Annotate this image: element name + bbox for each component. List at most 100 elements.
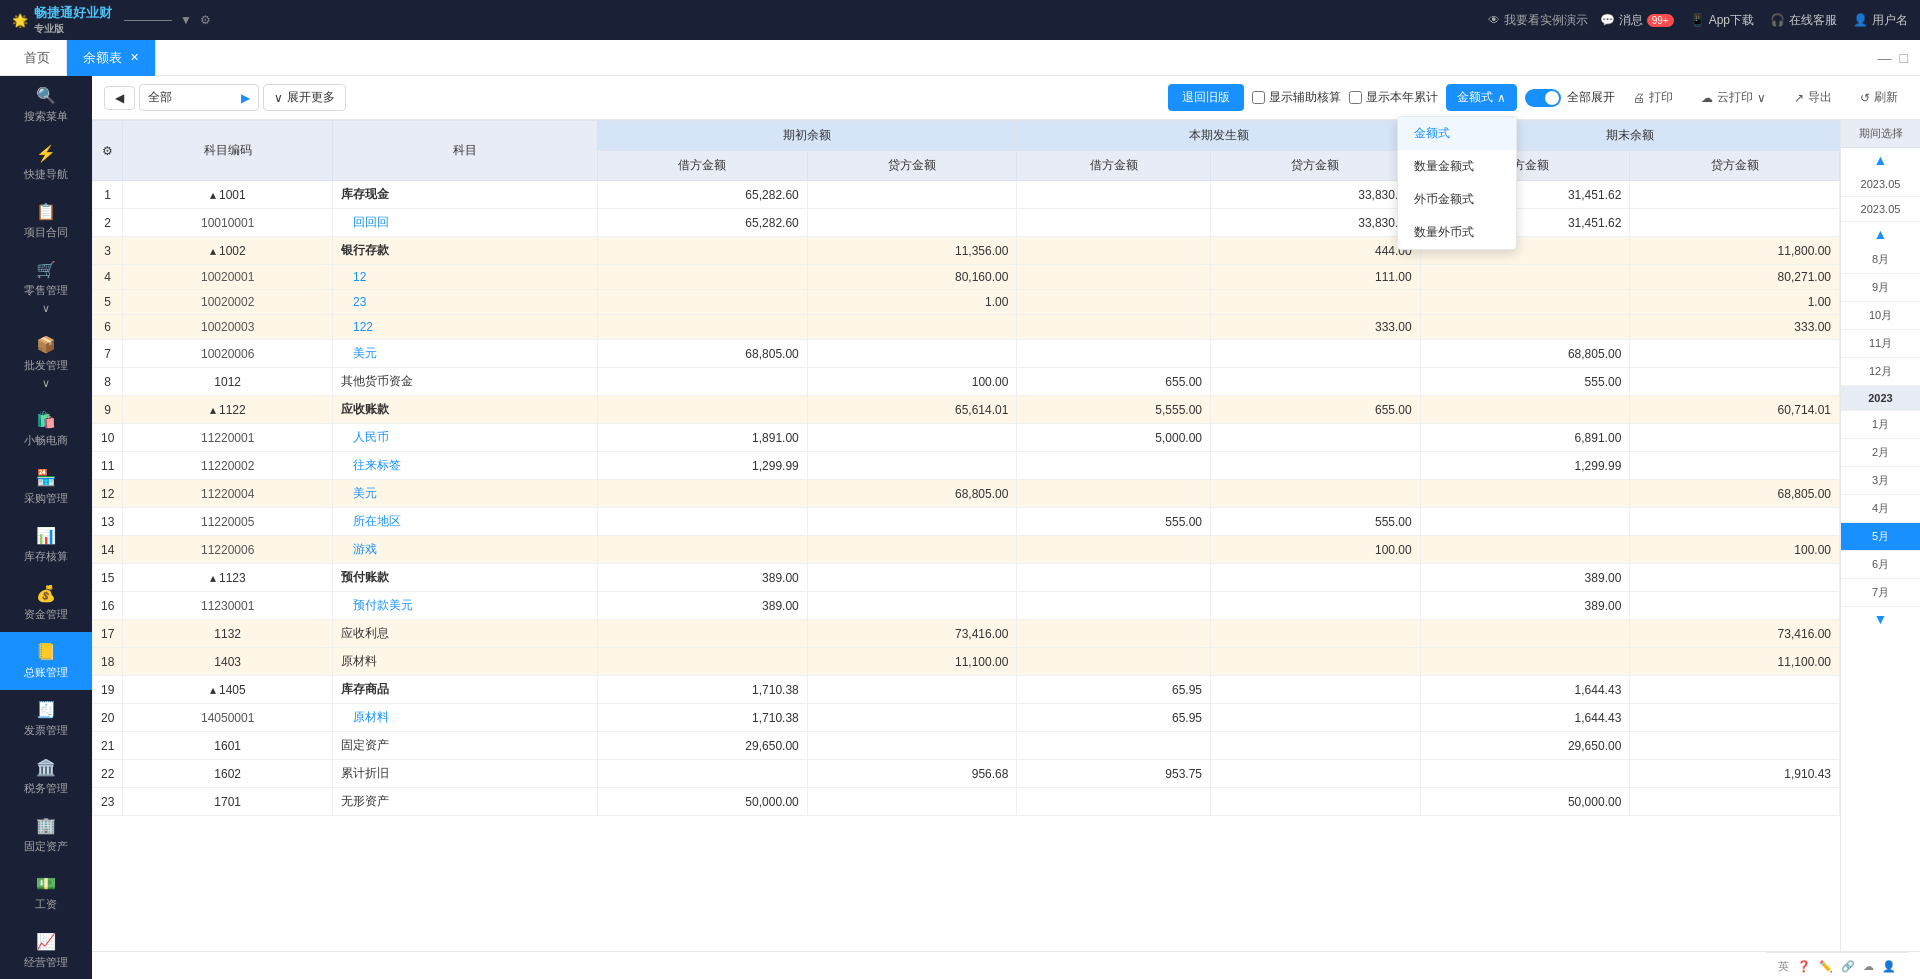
message-action[interactable]: 💬 消息 99+ bbox=[1600, 12, 1674, 29]
amount-mode-button[interactable]: 金额式 ∧ bbox=[1446, 84, 1517, 111]
tab-maximize-icon[interactable]: □ bbox=[1900, 50, 1908, 66]
tab-balance-close[interactable]: ✕ bbox=[130, 51, 139, 64]
user-action[interactable]: 👤 用户名 bbox=[1853, 12, 1908, 29]
period-item-2023-05-start[interactable]: 2023.05 bbox=[1841, 172, 1920, 197]
period-item-3[interactable]: 3月 bbox=[1841, 467, 1920, 495]
sidebar-item-invoice[interactable]: 🧾 发票管理 bbox=[0, 690, 92, 748]
sidebar-item-inventory[interactable]: 📊 库存核算 bbox=[0, 516, 92, 574]
row-cp-credit: 655.00 bbox=[1211, 396, 1421, 424]
auxiliary-label: 显示辅助核算 bbox=[1269, 89, 1341, 106]
dropdown-item-qty-foreign[interactable]: 数量外币式 bbox=[1398, 216, 1516, 249]
cloud-print-button[interactable]: ☁ 云打印 ∨ bbox=[1691, 84, 1776, 111]
sidebar-item-retail[interactable]: 🛒 零售管理 ∨ bbox=[0, 250, 92, 325]
row-name[interactable]: 预付款美元 bbox=[333, 592, 598, 620]
period-nav-up2[interactable]: ▲ bbox=[1841, 222, 1920, 246]
ledger-icon: 📒 bbox=[36, 642, 56, 661]
service-action[interactable]: 🎧 在线客服 bbox=[1770, 12, 1837, 29]
tab-minimize-icon[interactable]: — bbox=[1878, 50, 1892, 66]
edit-icon[interactable]: ✏️ bbox=[1819, 960, 1833, 973]
row-name[interactable]: 所在地区 bbox=[333, 508, 598, 536]
row-no: 23 bbox=[93, 788, 123, 816]
sidebar-item-payroll[interactable]: 💵 工资 bbox=[0, 864, 92, 922]
table-row: 19 ▴ 1405 库存商品 1,710.38 65.95 1,644.43 bbox=[93, 676, 1840, 704]
lang-icon[interactable]: 英 bbox=[1778, 959, 1789, 974]
row-cb-credit bbox=[1630, 424, 1840, 452]
row-name[interactable]: 12 bbox=[333, 265, 598, 290]
link-icon[interactable]: 🔗 bbox=[1841, 960, 1855, 973]
download-action[interactable]: 📱 App下载 bbox=[1690, 12, 1754, 29]
row-name[interactable]: 23 bbox=[333, 290, 598, 315]
row-name[interactable]: 美元 bbox=[333, 480, 598, 508]
expand-all-switch[interactable] bbox=[1525, 89, 1561, 107]
settings-icon[interactable]: ⚙ bbox=[200, 13, 211, 27]
sidebar-item-contract[interactable]: 📋 项目合同 bbox=[0, 192, 92, 250]
period-item-10[interactable]: 10月 bbox=[1841, 302, 1920, 330]
row-ob-credit bbox=[807, 592, 1017, 620]
sidebar-item-tax[interactable]: 🏛️ 税务管理 bbox=[0, 748, 92, 806]
table-settings-cell[interactable]: ⚙ bbox=[93, 121, 123, 181]
row-ob-credit: 11,100.00 bbox=[807, 648, 1017, 676]
row-name[interactable]: 原材料 bbox=[333, 704, 598, 732]
period-item-1[interactable]: 1月 bbox=[1841, 411, 1920, 439]
cloud-print-arrow: ∨ bbox=[1757, 91, 1766, 105]
return-old-button[interactable]: 退回旧版 bbox=[1168, 84, 1244, 111]
period-item-5[interactable]: 5月 bbox=[1841, 523, 1920, 551]
print-button[interactable]: 🖨 打印 bbox=[1623, 84, 1683, 111]
row-cb-credit bbox=[1630, 564, 1840, 592]
row-name[interactable]: 往来标签 bbox=[333, 452, 598, 480]
row-name[interactable]: 122 bbox=[333, 315, 598, 340]
tab-balance[interactable]: 余额表 ✕ bbox=[67, 40, 156, 76]
dropdown-item-amount[interactable]: 金额式 bbox=[1398, 117, 1516, 150]
yearly-checkbox[interactable] bbox=[1349, 91, 1362, 104]
print-label: 打印 bbox=[1649, 89, 1673, 106]
back-button[interactable]: ◀ bbox=[104, 86, 135, 110]
period-item-2[interactable]: 2月 bbox=[1841, 439, 1920, 467]
row-name[interactable]: 回回回 bbox=[333, 209, 598, 237]
row-no: 2 bbox=[93, 209, 123, 237]
period-item-4[interactable]: 4月 bbox=[1841, 495, 1920, 523]
sidebar-item-ledger[interactable]: 📒 总账管理 bbox=[0, 632, 92, 690]
row-name[interactable]: 美元 bbox=[333, 340, 598, 368]
table-row: 2 10010001 回回回 65,282.60 33,830.98 31,45… bbox=[93, 209, 1840, 237]
app-edition: 专业版 bbox=[34, 22, 112, 36]
dropdown-item-qty-amount[interactable]: 数量金额式 bbox=[1398, 150, 1516, 183]
dropdown-item-foreign-amount[interactable]: 外币金额式 bbox=[1398, 183, 1516, 216]
tab-bar: 首页 余额表 ✕ — □ bbox=[0, 40, 1920, 76]
demo-link[interactable]: 👁 我要看实例演示 bbox=[1488, 12, 1588, 29]
yearly-checkbox-group: 显示本年累计 bbox=[1349, 89, 1438, 106]
row-name[interactable]: 人民币 bbox=[333, 424, 598, 452]
sidebar-item-operations[interactable]: 📈 经营管理 bbox=[0, 922, 92, 979]
window-dropdown-icon[interactable]: ▼ bbox=[180, 13, 192, 27]
period-nav-down[interactable]: ▼ bbox=[1841, 607, 1920, 631]
sidebar-item-capital[interactable]: 💰 资金管理 bbox=[0, 574, 92, 632]
export-button[interactable]: ↗ 导出 bbox=[1784, 84, 1842, 111]
period-item-2023-05-end[interactable]: 2023.05 bbox=[1841, 197, 1920, 222]
row-name[interactable]: 游戏 bbox=[333, 536, 598, 564]
period-item-8[interactable]: 8月 bbox=[1841, 246, 1920, 274]
retail-icon: 🛒 bbox=[36, 260, 56, 279]
period-item-11[interactable]: 11月 bbox=[1841, 330, 1920, 358]
help-icon[interactable]: ❓ bbox=[1797, 960, 1811, 973]
refresh-button[interactable]: ↺ 刷新 bbox=[1850, 84, 1908, 111]
row-cp-debit bbox=[1017, 237, 1211, 265]
sidebar-item-fixed-assets[interactable]: 🏢 固定资产 bbox=[0, 806, 92, 864]
sidebar-item-purchase[interactable]: 🏪 采购管理 bbox=[0, 458, 92, 516]
period-item-2023[interactable]: 2023 bbox=[1841, 386, 1920, 411]
sidebar-item-search[interactable]: 🔍 搜索菜单 bbox=[0, 76, 92, 134]
auxiliary-checkbox[interactable] bbox=[1252, 91, 1265, 104]
period-item-7[interactable]: 7月 bbox=[1841, 579, 1920, 607]
account-selector[interactable]: 全部 ▶ bbox=[139, 84, 259, 111]
period-item-12[interactable]: 12月 bbox=[1841, 358, 1920, 386]
expand-more-button[interactable]: ∨ 展开更多 bbox=[263, 84, 346, 111]
tab-home[interactable]: 首页 bbox=[8, 40, 67, 76]
period-item-6[interactable]: 6月 bbox=[1841, 551, 1920, 579]
row-no: 18 bbox=[93, 648, 123, 676]
user2-icon[interactable]: 👤 bbox=[1882, 960, 1896, 973]
account-selector-arrow: ▶ bbox=[241, 91, 250, 105]
cloud-icon[interactable]: ☁ bbox=[1863, 960, 1874, 973]
period-item-9[interactable]: 9月 bbox=[1841, 274, 1920, 302]
sidebar-item-wholesale[interactable]: 📦 批发管理 ∨ bbox=[0, 325, 92, 400]
period-nav-up[interactable]: ▲ bbox=[1841, 148, 1920, 172]
sidebar-item-quicknav[interactable]: ⚡ 快捷导航 bbox=[0, 134, 92, 192]
sidebar-item-ecommerce[interactable]: 🛍️ 小畅电商 bbox=[0, 400, 92, 458]
